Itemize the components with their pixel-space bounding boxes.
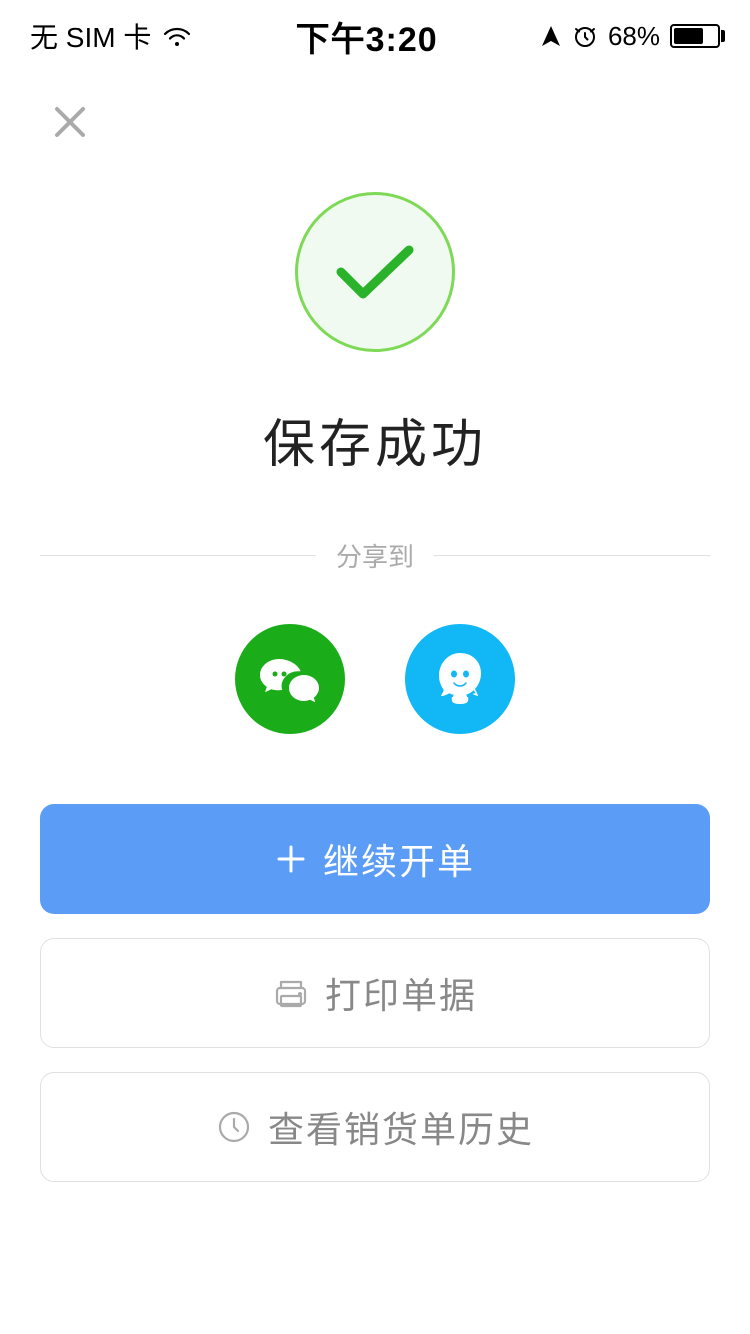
history-icon [216, 1109, 252, 1145]
divider-right [434, 555, 710, 556]
print-button[interactable]: 打印单据 [40, 938, 710, 1048]
share-divider: 分享到 [40, 537, 710, 574]
status-time: 下午3:20 [296, 12, 438, 61]
carrier-text: 无 SIM 卡 [30, 16, 151, 56]
continue-order-button[interactable]: 继续开单 [40, 804, 710, 914]
battery-fill [674, 28, 703, 44]
continue-button-label: 继续开单 [323, 833, 475, 885]
qq-share-button[interactable] [405, 624, 515, 734]
wifi-icon [161, 25, 193, 47]
divider-left [40, 555, 316, 556]
success-title: 保存成功 [263, 402, 487, 477]
share-label: 分享到 [336, 537, 414, 574]
share-icons-container [235, 624, 515, 734]
status-right: 68% [540, 21, 720, 52]
wechat-share-button[interactable] [235, 624, 345, 734]
battery-percent: 68% [608, 21, 660, 52]
battery-icon [670, 24, 720, 48]
action-buttons: 继续开单 打印单据 查看销货单历史 [40, 804, 710, 1182]
close-icon [49, 101, 91, 143]
main-content: 保存成功 分享到 [0, 72, 750, 1334]
plus-icon [275, 843, 307, 875]
qq-icon [426, 645, 494, 713]
success-circle [295, 192, 455, 352]
print-button-label: 打印单据 [325, 967, 477, 1019]
history-button[interactable]: 查看销货单历史 [40, 1072, 710, 1182]
printer-icon [273, 976, 309, 1010]
close-button-container [40, 92, 710, 152]
status-bar: 无 SIM 卡 下午3:20 68% [0, 0, 750, 72]
checkmark-icon [335, 242, 415, 302]
location-icon [540, 24, 562, 48]
history-button-label: 查看销货单历史 [268, 1101, 534, 1153]
status-carrier: 无 SIM 卡 [30, 16, 193, 56]
close-button[interactable] [40, 92, 100, 152]
alarm-icon [572, 23, 598, 49]
wechat-icon [256, 649, 324, 709]
